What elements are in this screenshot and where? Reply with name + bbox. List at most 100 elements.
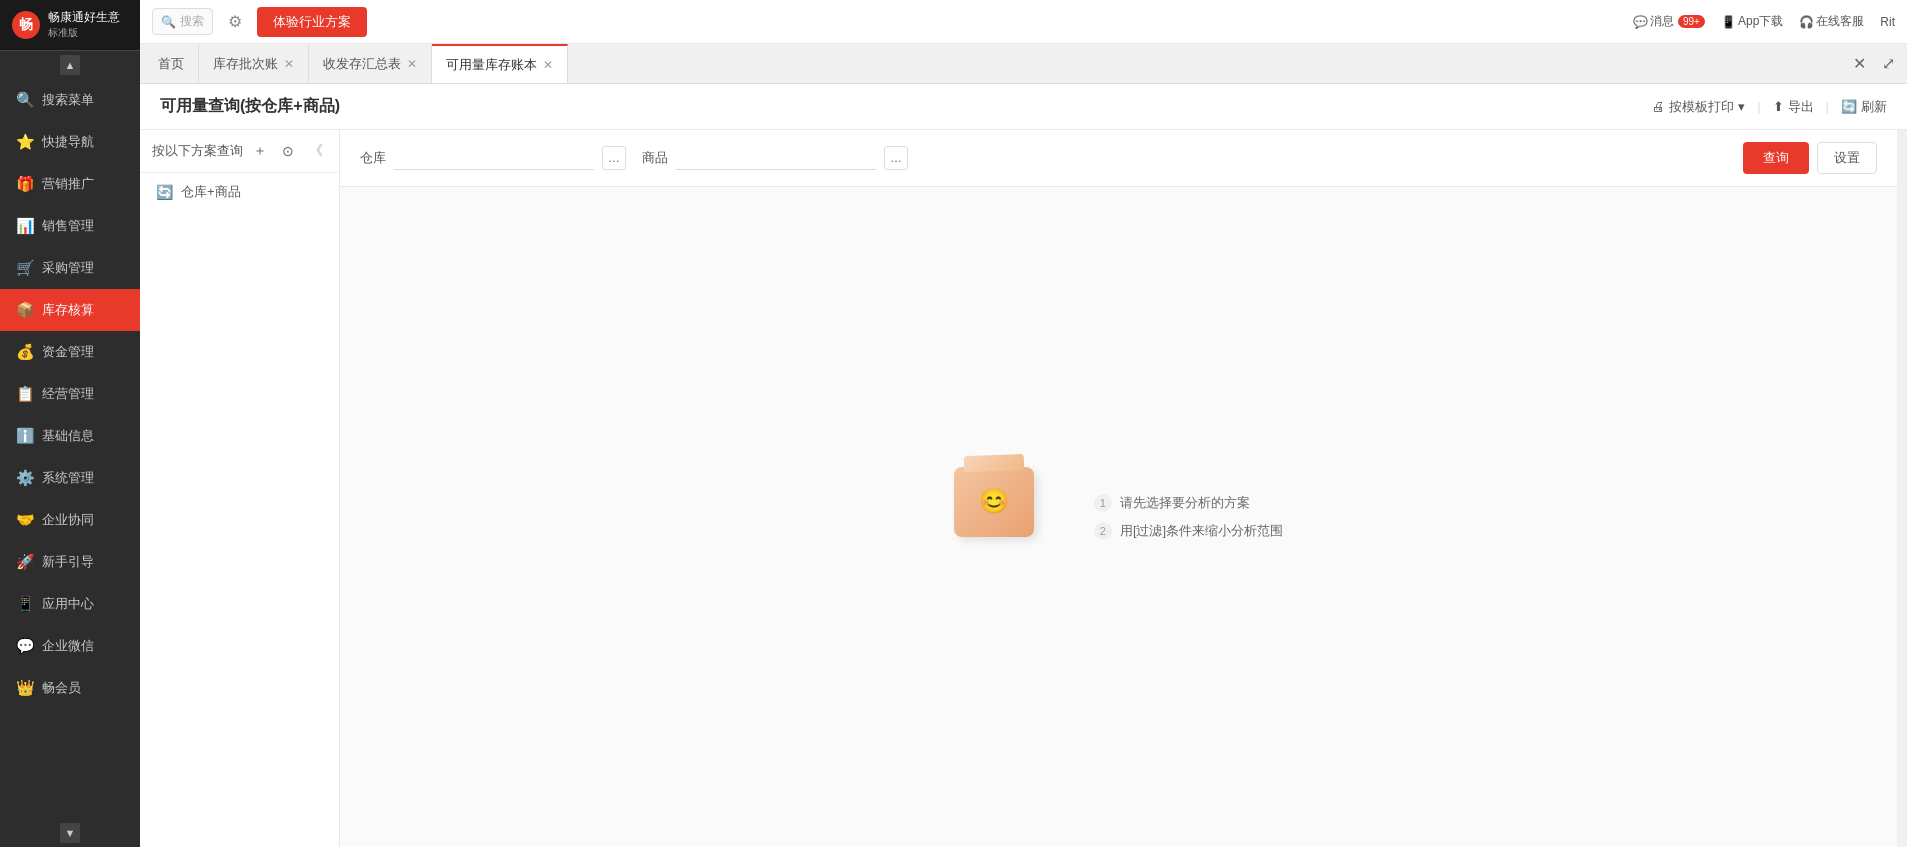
sidebar-item-basic[interactable]: ℹ️ 基础信息 [0, 415, 140, 457]
sidebar-logo: 畅 畅康通好生意 标准版 [0, 0, 140, 51]
page-header: 可用量查询(按仓库+商品) 🖨 按模板打印 ▾ | ⬆ 导出 | 🔄 刷新 [140, 84, 1907, 130]
sidebar-item-label: 企业微信 [42, 637, 94, 655]
page-header-actions: 🖨 按模板打印 ▾ | ⬆ 导出 | 🔄 刷新 [1652, 98, 1887, 116]
service-btn[interactable]: 🎧 在线客服 [1799, 13, 1864, 30]
left-panel-header: 按以下方案查询 ＋ ⊙ 《 [140, 130, 339, 173]
sidebar-item-enterprise[interactable]: 🤝 企业协同 [0, 499, 140, 541]
hint-text-2: 用[过滤]条件来缩小分析范围 [1120, 522, 1283, 540]
trial-button[interactable]: 体验行业方案 [257, 7, 367, 37]
goods-input[interactable] [676, 146, 876, 170]
content-area: 按以下方案查询 ＋ ⊙ 《 🔄 仓库+商品 仓库 … 商品 [140, 130, 1907, 847]
tab-batch[interactable]: 库存批次账 ✕ [199, 44, 309, 83]
goods-label: 商品 [642, 149, 668, 167]
sidebar: 畅 畅康通好生意 标准版 ▲ 🔍 搜索菜单 ⭐ 快捷导航 🎁 营销推广 📊 销售… [0, 0, 140, 847]
chat-icon: 💬 [16, 637, 34, 655]
filter-actions: 查询 设置 [1743, 142, 1877, 174]
hint-number-1: 1 [1094, 494, 1112, 512]
gear-icon: ⚙️ [16, 469, 34, 487]
sidebar-item-operation[interactable]: 📋 经营管理 [0, 373, 140, 415]
left-panel: 按以下方案查询 ＋ ⊙ 《 🔄 仓库+商品 [140, 130, 340, 847]
gift-icon: 🎁 [16, 175, 34, 193]
tab-close-button[interactable]: ✕ [1849, 50, 1870, 77]
empty-hints: 1 请先选择要分析的方案 2 用[过滤]条件来缩小分析范围 [1094, 494, 1283, 540]
sidebar-item-label: 库存核算 [42, 301, 94, 319]
warehouse-input[interactable] [394, 146, 594, 170]
collapse-panel-button[interactable]: 《 [305, 140, 327, 162]
settings-icon[interactable]: ⚙ [221, 8, 249, 36]
scheme-settings-button[interactable]: ⊙ [277, 140, 299, 162]
empty-box-illustration [954, 467, 1034, 537]
box-icon: 📦 [16, 301, 34, 319]
sidebar-item-label: 营销推广 [42, 175, 94, 193]
tab-close-batch[interactable]: ✕ [284, 57, 294, 71]
search-text: 搜索 [180, 13, 204, 30]
sidebar-item-label: 经营管理 [42, 385, 94, 403]
sidebar-item-finance[interactable]: 💰 资金管理 [0, 331, 140, 373]
right-scrollbar[interactable] [1897, 130, 1907, 847]
star-icon: ⭐ [16, 133, 34, 151]
separator2: | [1826, 99, 1829, 114]
print-action[interactable]: 🖨 按模板打印 ▾ [1652, 98, 1745, 116]
empty-state: 1 请先选择要分析的方案 2 用[过滤]条件来缩小分析范围 [340, 187, 1897, 847]
sidebar-item-marketing[interactable]: 🎁 营销推广 [0, 163, 140, 205]
search-icon: 🔍 [161, 15, 176, 29]
clipboard-icon: 📋 [16, 385, 34, 403]
tab-close-summary[interactable]: ✕ [407, 57, 417, 71]
sidebar-item-inventory[interactable]: 📦 库存核算 [0, 289, 140, 331]
handshake-icon: 🤝 [16, 511, 34, 529]
goods-more-button[interactable]: … [884, 146, 908, 170]
sidebar-item-label: 销售管理 [42, 217, 94, 235]
sidebar-item-member[interactable]: 👑 畅会员 [0, 667, 140, 709]
info-icon: ℹ️ [16, 427, 34, 445]
empty-icon [954, 467, 1054, 567]
refresh-icon: 🔄 [1841, 99, 1857, 114]
sidebar-item-label: 新手引导 [42, 553, 94, 571]
warehouse-more-button[interactable]: … [602, 146, 626, 170]
sidebar-item-label: 采购管理 [42, 259, 94, 277]
sidebar-item-system[interactable]: ⚙️ 系统管理 [0, 457, 140, 499]
scheme-icon: 🔄 [156, 184, 173, 200]
sidebar-item-label: 企业协同 [42, 511, 94, 529]
rocket-icon: 🚀 [16, 553, 34, 571]
tab-actions: ✕ ⤢ [1849, 44, 1907, 83]
sidebar-item-label: 资金管理 [42, 343, 94, 361]
add-scheme-button[interactable]: ＋ [249, 140, 271, 162]
topbar-search[interactable]: 🔍 搜索 [152, 8, 213, 35]
sidebar-item-search[interactable]: 🔍 搜索菜单 [0, 79, 140, 121]
user-menu[interactable]: Rit [1880, 15, 1895, 29]
tab-available[interactable]: 可用量库存账本 ✕ [432, 44, 568, 83]
tab-expand-button[interactable]: ⤢ [1878, 50, 1899, 77]
chart-icon: 📊 [16, 217, 34, 235]
refresh-action[interactable]: 🔄 刷新 [1841, 98, 1887, 116]
goods-filter: 商品 … [642, 146, 908, 170]
sidebar-item-wechat[interactable]: 💬 企业微信 [0, 625, 140, 667]
sidebar-scroll-up[interactable]: ▲ [60, 55, 80, 75]
headset-icon: 🎧 [1799, 15, 1814, 29]
empty-state-inner: 1 请先选择要分析的方案 2 用[过滤]条件来缩小分析范围 [954, 467, 1283, 567]
setting-button[interactable]: 设置 [1817, 142, 1877, 174]
sidebar-item-newuser[interactable]: 🚀 新手引导 [0, 541, 140, 583]
sidebar-item-purchase[interactable]: 🛒 采购管理 [0, 247, 140, 289]
right-panel: 仓库 … 商品 … 查询 设置 [340, 130, 1897, 847]
sidebar-item-shortcut[interactable]: ⭐ 快捷导航 [0, 121, 140, 163]
main-content: 🔍 搜索 ⚙ 体验行业方案 💬 消息 99+ 📱 App下载 🎧 在线客服 Ri… [140, 0, 1907, 847]
query-button[interactable]: 查询 [1743, 142, 1809, 174]
sidebar-item-sales[interactable]: 📊 销售管理 [0, 205, 140, 247]
export-action[interactable]: ⬆ 导出 [1773, 98, 1814, 116]
topbar-right: 💬 消息 99+ 📱 App下载 🎧 在线客服 Rit [1633, 13, 1895, 30]
tab-home[interactable]: 首页 [144, 44, 199, 83]
tab-close-available[interactable]: ✕ [543, 58, 553, 72]
sidebar-item-appcenter[interactable]: 📱 应用中心 [0, 583, 140, 625]
message-btn[interactable]: 💬 消息 99+ [1633, 13, 1705, 30]
search-icon: 🔍 [16, 91, 34, 109]
sidebar-scroll-down[interactable]: ▼ [60, 823, 80, 843]
sidebar-nav: 🔍 搜索菜单 ⭐ 快捷导航 🎁 营销推广 📊 销售管理 🛒 采购管理 📦 库存核… [0, 79, 140, 819]
mobile-icon: 📱 [1721, 15, 1736, 29]
sidebar-item-label: 快捷导航 [42, 133, 94, 151]
app-download-btn[interactable]: 📱 App下载 [1721, 13, 1783, 30]
tab-summary[interactable]: 收发存汇总表 ✕ [309, 44, 432, 83]
tab-bar: 首页 库存批次账 ✕ 收发存汇总表 ✕ 可用量库存账本 ✕ ✕ ⤢ [140, 44, 1907, 84]
scheme-item-warehouse-goods[interactable]: 🔄 仓库+商品 [140, 173, 339, 211]
cart-icon: 🛒 [16, 259, 34, 277]
message-badge: 99+ [1678, 15, 1705, 28]
